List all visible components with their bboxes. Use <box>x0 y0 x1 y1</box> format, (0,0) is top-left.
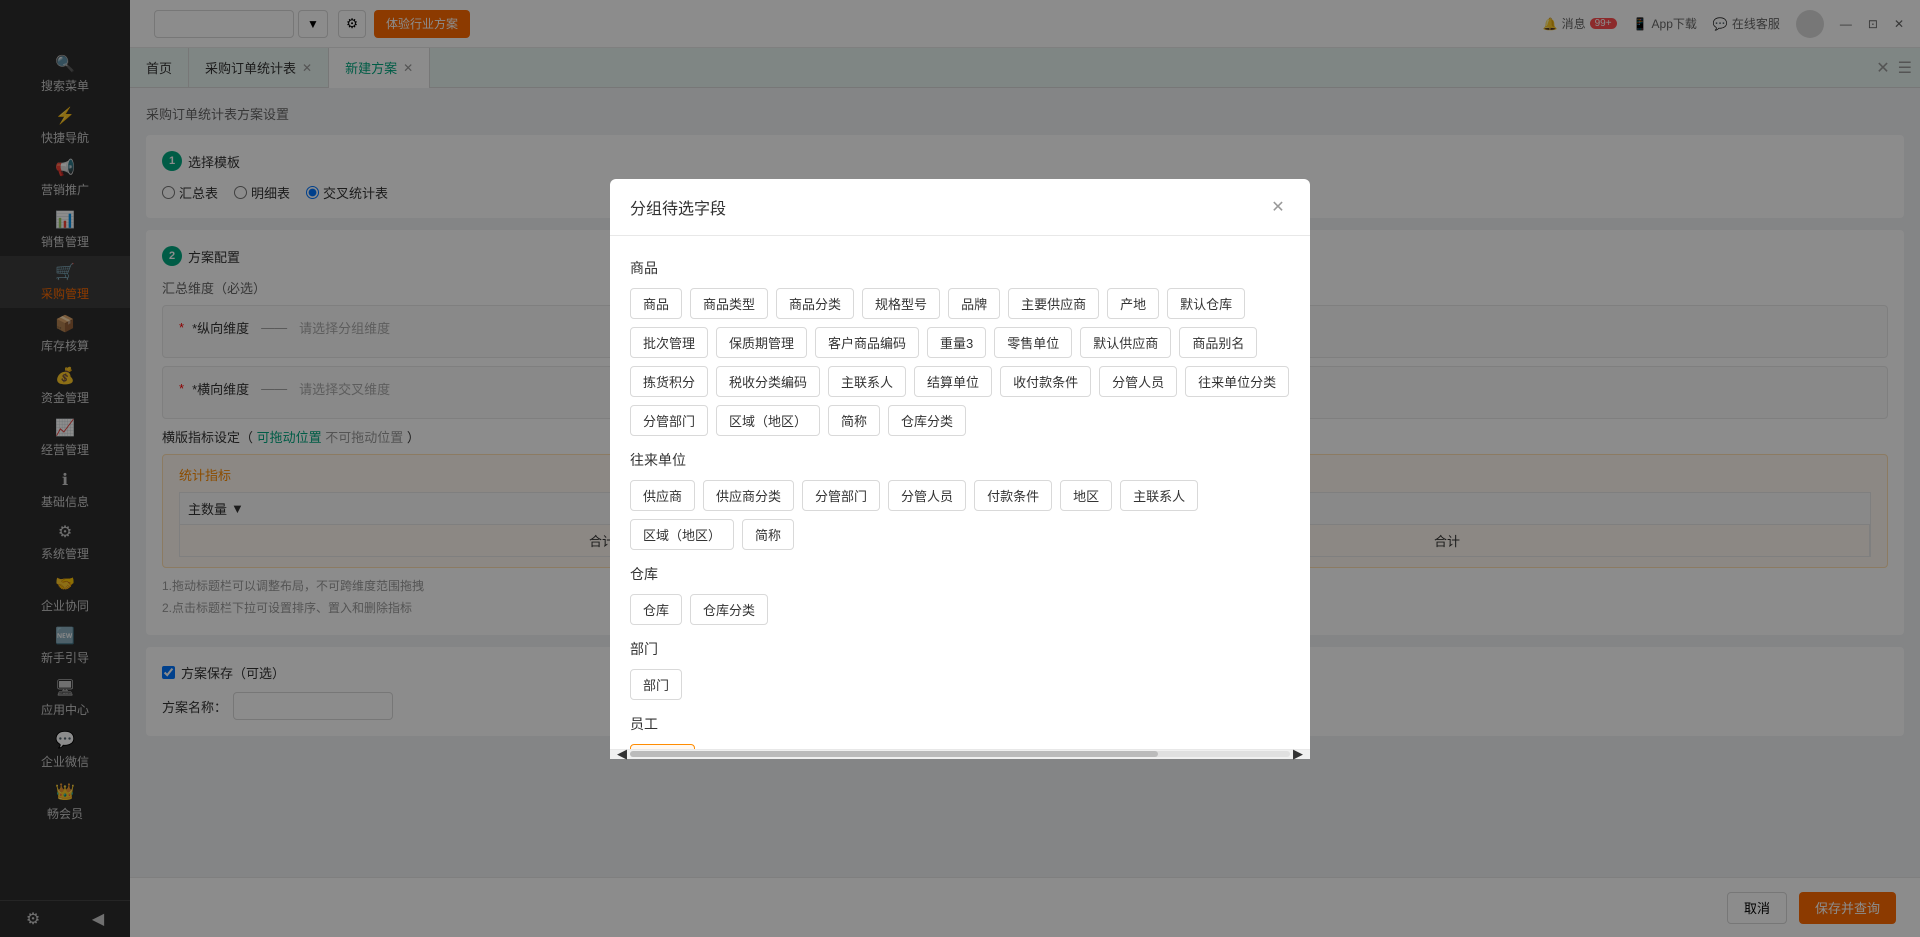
field-district[interactable]: 地区 <box>1060 480 1112 511</box>
section-title-warehouse: 仓库 <box>630 564 1290 584</box>
partner-field-grid: 供应商 供应商分类 分管部门 分管人员 付款条件 地区 主联系人 区域（地区） … <box>630 480 1290 550</box>
field-warehouse[interactable]: 仓库 <box>630 594 682 625</box>
field-manager[interactable]: 分管人员 <box>1099 366 1177 397</box>
field-abbr-partner[interactable]: 简称 <box>742 519 794 550</box>
field-goods-type[interactable]: 商品类型 <box>690 288 768 319</box>
hscroll-left-btn[interactable]: ◀ <box>614 750 630 758</box>
warehouse-field-grid: 仓库 仓库分类 <box>630 594 1290 625</box>
field-supplier-category[interactable]: 供应商分类 <box>703 480 794 511</box>
modal-header: 分组待选字段 ✕ <box>610 179 1310 236</box>
field-mgmt-dept[interactable]: 分管部门 <box>630 405 708 436</box>
modal-title: 分组待选字段 <box>630 195 726 219</box>
hscroll-right-btn[interactable]: ▶ <box>1290 750 1306 758</box>
field-tax-code[interactable]: 税收分类编码 <box>716 366 820 397</box>
field-payment-terms[interactable]: 收付款条件 <box>1000 366 1091 397</box>
field-partner-manager[interactable]: 分管人员 <box>888 480 966 511</box>
field-spec-model[interactable]: 规格型号 <box>862 288 940 319</box>
field-settle-unit[interactable]: 结算单位 <box>914 366 992 397</box>
field-default-supplier[interactable]: 默认供应商 <box>1080 327 1171 358</box>
field-main-contact[interactable]: 主联系人 <box>828 366 906 397</box>
hscroll-thumb[interactable] <box>630 751 1158 757</box>
section-goods: 商品 商品 商品类型 商品分类 规格型号 品牌 主要供应商 产地 默认仓库 批次… <box>630 258 1290 436</box>
field-origin[interactable]: 产地 <box>1107 288 1159 319</box>
field-abbr-goods[interactable]: 简称 <box>828 405 880 436</box>
section-title-partner: 往来单位 <box>630 450 1290 470</box>
field-goods[interactable]: 商品 <box>630 288 682 319</box>
field-payment-condition[interactable]: 付款条件 <box>974 480 1052 511</box>
section-warehouse: 仓库 仓库 仓库分类 <box>630 564 1290 625</box>
section-partner: 往来单位 供应商 供应商分类 分管部门 分管人员 付款条件 地区 主联系人 区域… <box>630 450 1290 550</box>
field-customer-code[interactable]: 客户商品编码 <box>815 327 919 358</box>
section-dept: 部门 部门 <box>630 639 1290 700</box>
field-goods-category[interactable]: 商品分类 <box>776 288 854 319</box>
modal-close-button[interactable]: ✕ <box>1266 195 1290 219</box>
field-quality-mgmt[interactable]: 保质期管理 <box>716 327 807 358</box>
field-partner-category[interactable]: 往来单位分类 <box>1185 366 1289 397</box>
dept-field-grid: 部门 <box>630 669 1290 700</box>
section-title-employee: 员工 <box>630 714 1290 734</box>
field-main-supplier[interactable]: 主要供应商 <box>1008 288 1099 319</box>
field-retail-unit[interactable]: 零售单位 <box>994 327 1072 358</box>
modal-body: 商品 商品 商品类型 商品分类 规格型号 品牌 主要供应商 产地 默认仓库 批次… <box>610 236 1310 750</box>
field-partner-dept[interactable]: 分管部门 <box>802 480 880 511</box>
field-weight3[interactable]: 重量3 <box>927 327 986 358</box>
field-dept[interactable]: 部门 <box>630 669 682 700</box>
modal-horizontal-scrollbar[interactable]: ◀ ▶ <box>610 749 1310 758</box>
field-pick-points[interactable]: 拣货积分 <box>630 366 708 397</box>
goods-field-grid: 商品 商品类型 商品分类 规格型号 品牌 主要供应商 产地 默认仓库 批次管理 … <box>630 288 1290 436</box>
hscroll-track <box>630 751 1290 757</box>
field-brand[interactable]: 品牌 <box>948 288 1000 319</box>
field-batch-mgmt[interactable]: 批次管理 <box>630 327 708 358</box>
field-warehouse-category[interactable]: 仓库分类 <box>888 405 966 436</box>
field-warehouse-cat[interactable]: 仓库分类 <box>690 594 768 625</box>
field-region-partner[interactable]: 区域（地区） <box>630 519 734 550</box>
section-employee: 员工 业务员 <box>630 714 1290 750</box>
field-goods-alias[interactable]: 商品别名 <box>1179 327 1257 358</box>
section-title-goods: 商品 <box>630 258 1290 278</box>
field-supplier[interactable]: 供应商 <box>630 480 695 511</box>
field-partner-contact[interactable]: 主联系人 <box>1120 480 1198 511</box>
field-default-warehouse[interactable]: 默认仓库 <box>1167 288 1245 319</box>
modal-overlay[interactable]: 分组待选字段 ✕ 商品 商品 商品类型 商品分类 规格型号 品牌 主要供应商 产… <box>0 0 1920 937</box>
field-region-goods[interactable]: 区域（地区） <box>716 405 820 436</box>
section-title-dept: 部门 <box>630 639 1290 659</box>
modal-dialog: 分组待选字段 ✕ 商品 商品 商品类型 商品分类 规格型号 品牌 主要供应商 产… <box>610 179 1310 759</box>
